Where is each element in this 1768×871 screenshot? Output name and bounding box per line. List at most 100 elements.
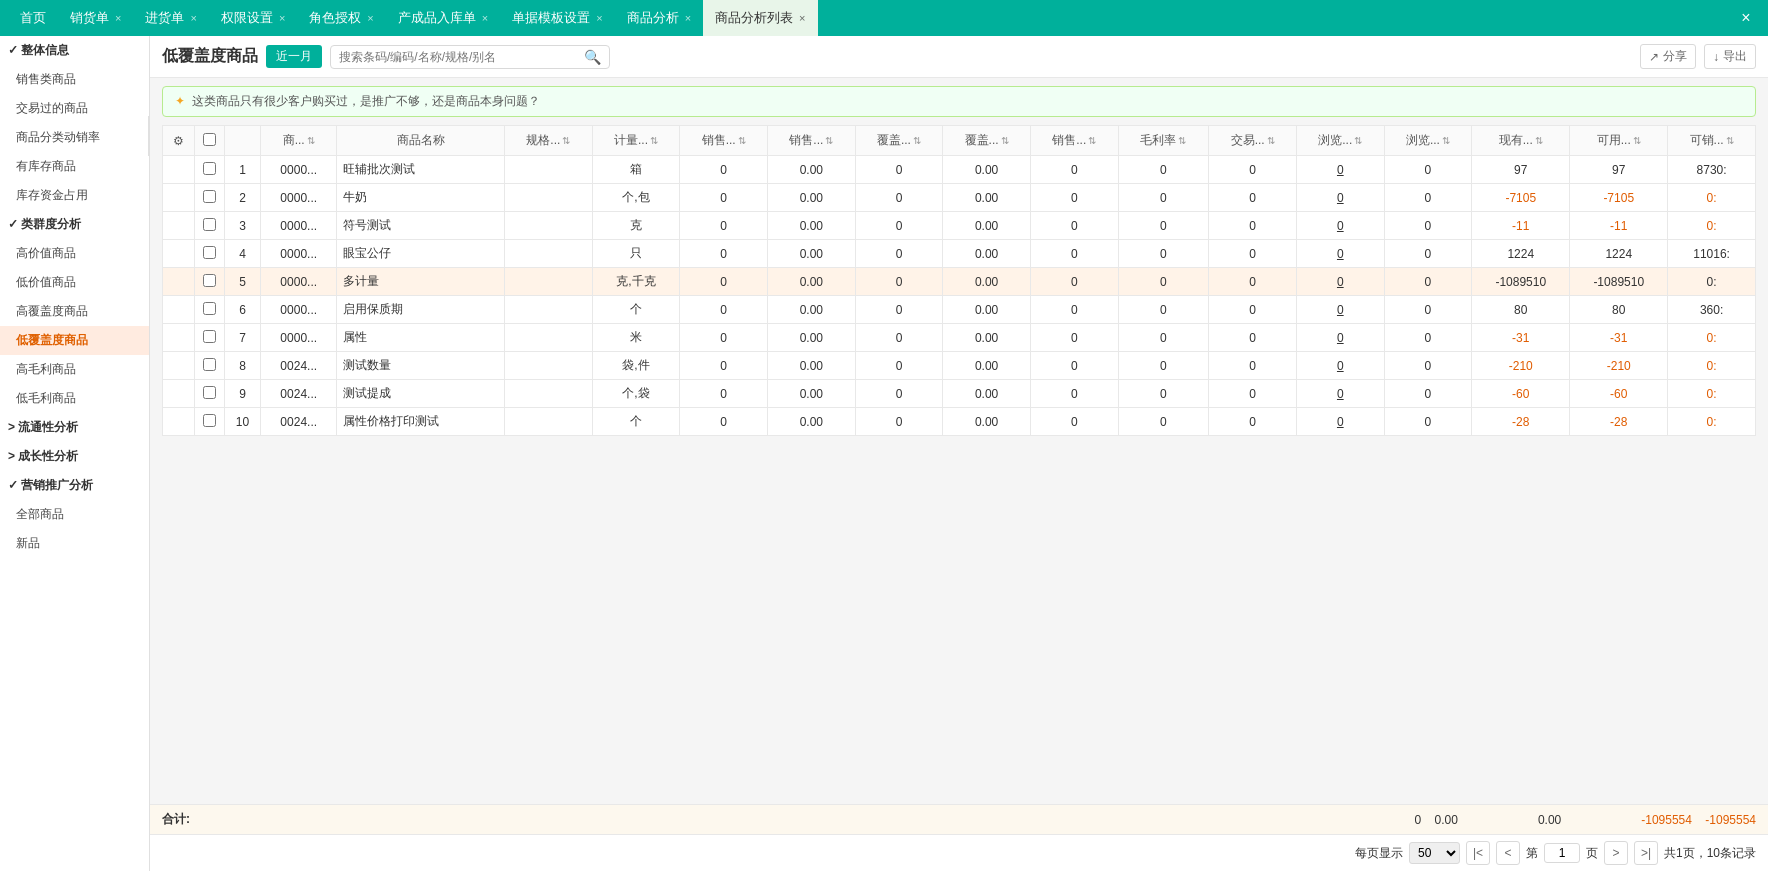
row-num: 9 <box>225 380 261 408</box>
row-checkbox[interactable] <box>203 274 216 287</box>
sidebar-item-all-products[interactable]: 全部商品 <box>0 500 149 529</box>
nav-template-settings[interactable]: 单据模板设置 × <box>500 0 614 36</box>
row-checkbox[interactable] <box>203 302 216 315</box>
last-page-button[interactable]: >| <box>1634 841 1658 865</box>
period-button[interactable]: 近一月 <box>266 45 322 68</box>
row-cb[interactable] <box>195 296 225 324</box>
footer-totals-bar: 合计: 0 0.00 0.00 -1095554 -1095554 <box>150 804 1768 834</box>
sidebar-group-growth[interactable]: > 成长性分析 <box>0 442 149 471</box>
prev-page-button[interactable]: < <box>1496 841 1520 865</box>
row-checkbox[interactable] <box>203 218 216 231</box>
nav-role-auth[interactable]: 角色授权 × <box>297 0 385 36</box>
sidebar-item-low-value[interactable]: 低价值商品 <box>0 268 149 297</box>
nav-product-analysis[interactable]: 商品分析 × <box>615 0 703 36</box>
row-browse1[interactable]: 0 <box>1296 408 1384 436</box>
main-layout: « ✓ 整体信息 销售类商品 交易过的商品 商品分类动销率 有库存商品 库存资金… <box>0 36 1768 871</box>
search-icon[interactable]: 🔍 <box>584 49 601 65</box>
row-gear <box>163 184 195 212</box>
sidebar-item-high-margin[interactable]: 高毛利商品 <box>0 355 149 384</box>
row-cb[interactable] <box>195 212 225 240</box>
row-browse1[interactable]: 0 <box>1296 240 1384 268</box>
row-cb[interactable] <box>195 408 225 436</box>
select-all-checkbox[interactable] <box>203 133 216 146</box>
row-gross-rate: 0 <box>1118 268 1209 296</box>
sidebar-item-high-coverage[interactable]: 高覆盖度商品 <box>0 297 149 326</box>
sidebar-item-low-margin[interactable]: 低毛利商品 <box>0 384 149 413</box>
nav-close-analysis-list[interactable]: × <box>799 12 805 24</box>
nav-sales-order[interactable]: 销货单 × <box>58 0 133 36</box>
row-cb[interactable] <box>195 184 225 212</box>
nav-home[interactable]: 首页 <box>8 0 58 36</box>
page-number-input[interactable] <box>1544 843 1580 863</box>
row-code: 0024... <box>261 352 337 380</box>
next-page-button[interactable]: > <box>1604 841 1628 865</box>
column-code: 商...⇅ <box>261 126 337 156</box>
sidebar-group-marketing[interactable]: ✓ 营销推广分析 <box>0 471 149 500</box>
row-trade: 0 <box>1209 408 1297 436</box>
nav-close-sales-order[interactable]: × <box>115 12 121 24</box>
page-size-select[interactable]: 50 20 100 <box>1409 842 1460 864</box>
row-cb[interactable] <box>195 324 225 352</box>
row-cb[interactable] <box>195 352 225 380</box>
sidebar-item-stock-capital[interactable]: 库存资金占用 <box>0 181 149 210</box>
nav-close-product-warehouse[interactable]: × <box>482 12 488 24</box>
row-cb[interactable] <box>195 268 225 296</box>
row-cover1: 0 <box>855 380 943 408</box>
row-browse1[interactable]: 0 <box>1296 156 1384 184</box>
row-current: 80 <box>1472 296 1570 324</box>
row-checkbox[interactable] <box>203 190 216 203</box>
row-cover2: 0.00 <box>943 184 1031 212</box>
first-page-button[interactable]: |< <box>1466 841 1490 865</box>
footer-sales-count: 0 0.00 <box>1415 813 1458 827</box>
row-browse1[interactable]: 0 <box>1296 380 1384 408</box>
row-checkbox[interactable] <box>203 246 216 259</box>
sidebar-item-traded-products[interactable]: 交易过的商品 <box>0 94 149 123</box>
sidebar-group-cluster[interactable]: ✓ 类群度分析 <box>0 210 149 239</box>
nav-close-analysis[interactable]: × <box>685 12 691 24</box>
row-browse1[interactable]: 0 <box>1296 296 1384 324</box>
row-browse1[interactable]: 0 <box>1296 324 1384 352</box>
row-sales-count: 0 <box>680 380 768 408</box>
row-sales2: 0 <box>1030 184 1118 212</box>
export-button[interactable]: ↓ 导出 <box>1704 44 1756 69</box>
window-close-button[interactable]: × <box>1732 4 1760 32</box>
sidebar-item-in-stock[interactable]: 有库存商品 <box>0 152 149 181</box>
row-browse1[interactable]: 0 <box>1296 268 1384 296</box>
sidebar-group-overall[interactable]: ✓ 整体信息 <box>0 36 149 65</box>
row-saleable: 0: <box>1668 324 1756 352</box>
nav-product-warehouse[interactable]: 产成品入库单 × <box>386 0 500 36</box>
row-cover1: 0 <box>855 268 943 296</box>
row-cb[interactable] <box>195 156 225 184</box>
nav-close-template[interactable]: × <box>596 12 602 24</box>
share-button[interactable]: ↗ 分享 <box>1640 44 1696 69</box>
nav-close-role[interactable]: × <box>367 12 373 24</box>
nav-permission-settings[interactable]: 权限设置 × <box>209 0 297 36</box>
row-browse1[interactable]: 0 <box>1296 184 1384 212</box>
nav-close-purchase-order[interactable]: × <box>190 12 196 24</box>
sidebar-item-new-products[interactable]: 新品 <box>0 529 149 558</box>
row-checkbox[interactable] <box>203 358 216 371</box>
row-code: 0024... <box>261 380 337 408</box>
search-input[interactable] <box>339 50 584 64</box>
row-cb[interactable] <box>195 240 225 268</box>
row-sales-amount: 0.00 <box>767 408 855 436</box>
row-checkbox[interactable] <box>203 414 216 427</box>
column-settings[interactable]: ⚙ <box>163 126 195 156</box>
table-wrapper[interactable]: ⚙ 商...⇅ 商品名称 规格...⇅ 计量...⇅ 销售...⇅ 销售...⇅… <box>150 125 1768 804</box>
sidebar-item-category-rate[interactable]: 商品分类动销率 <box>0 123 149 152</box>
sidebar-item-low-coverage[interactable]: 低覆盖度商品 <box>0 326 149 355</box>
row-checkbox[interactable] <box>203 162 216 175</box>
sidebar-item-high-value[interactable]: 高价值商品 <box>0 239 149 268</box>
row-checkbox[interactable] <box>203 386 216 399</box>
row-browse1[interactable]: 0 <box>1296 352 1384 380</box>
row-checkbox[interactable] <box>203 330 216 343</box>
row-browse1[interactable]: 0 <box>1296 212 1384 240</box>
row-cb[interactable] <box>195 380 225 408</box>
row-gross-rate: 0 <box>1118 324 1209 352</box>
row-code: 0000... <box>261 184 337 212</box>
nav-close-permission[interactable]: × <box>279 12 285 24</box>
nav-purchase-order[interactable]: 进货单 × <box>133 0 208 36</box>
sidebar-item-sales-products[interactable]: 销售类商品 <box>0 65 149 94</box>
sidebar-group-circulation[interactable]: > 流通性分析 <box>0 413 149 442</box>
nav-product-analysis-list[interactable]: 商品分析列表 × <box>703 0 817 36</box>
